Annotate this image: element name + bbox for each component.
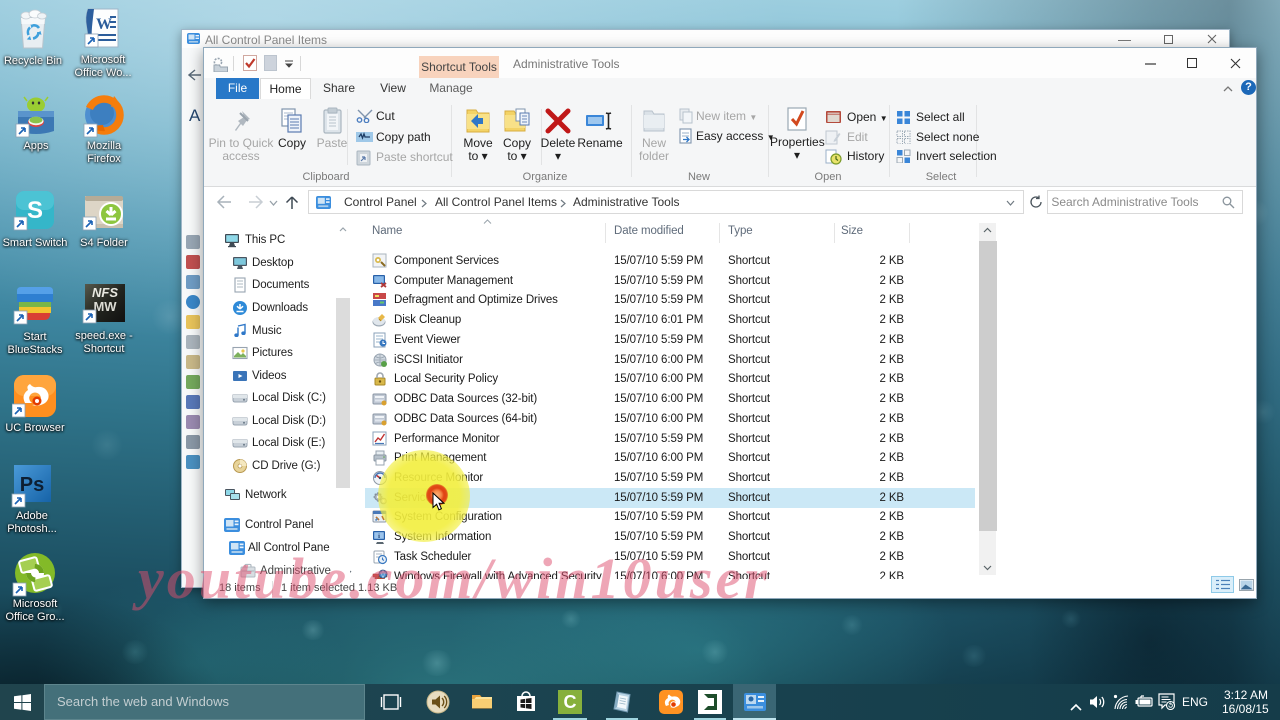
svg-text:W: W — [96, 16, 112, 33]
svg-text:NFS: NFS — [92, 285, 118, 300]
svg-text:S: S — [27, 197, 43, 224]
svg-text:Ps: Ps — [20, 474, 44, 496]
svg-text:i: i — [378, 533, 380, 540]
svg-text:MW: MW — [93, 299, 117, 314]
